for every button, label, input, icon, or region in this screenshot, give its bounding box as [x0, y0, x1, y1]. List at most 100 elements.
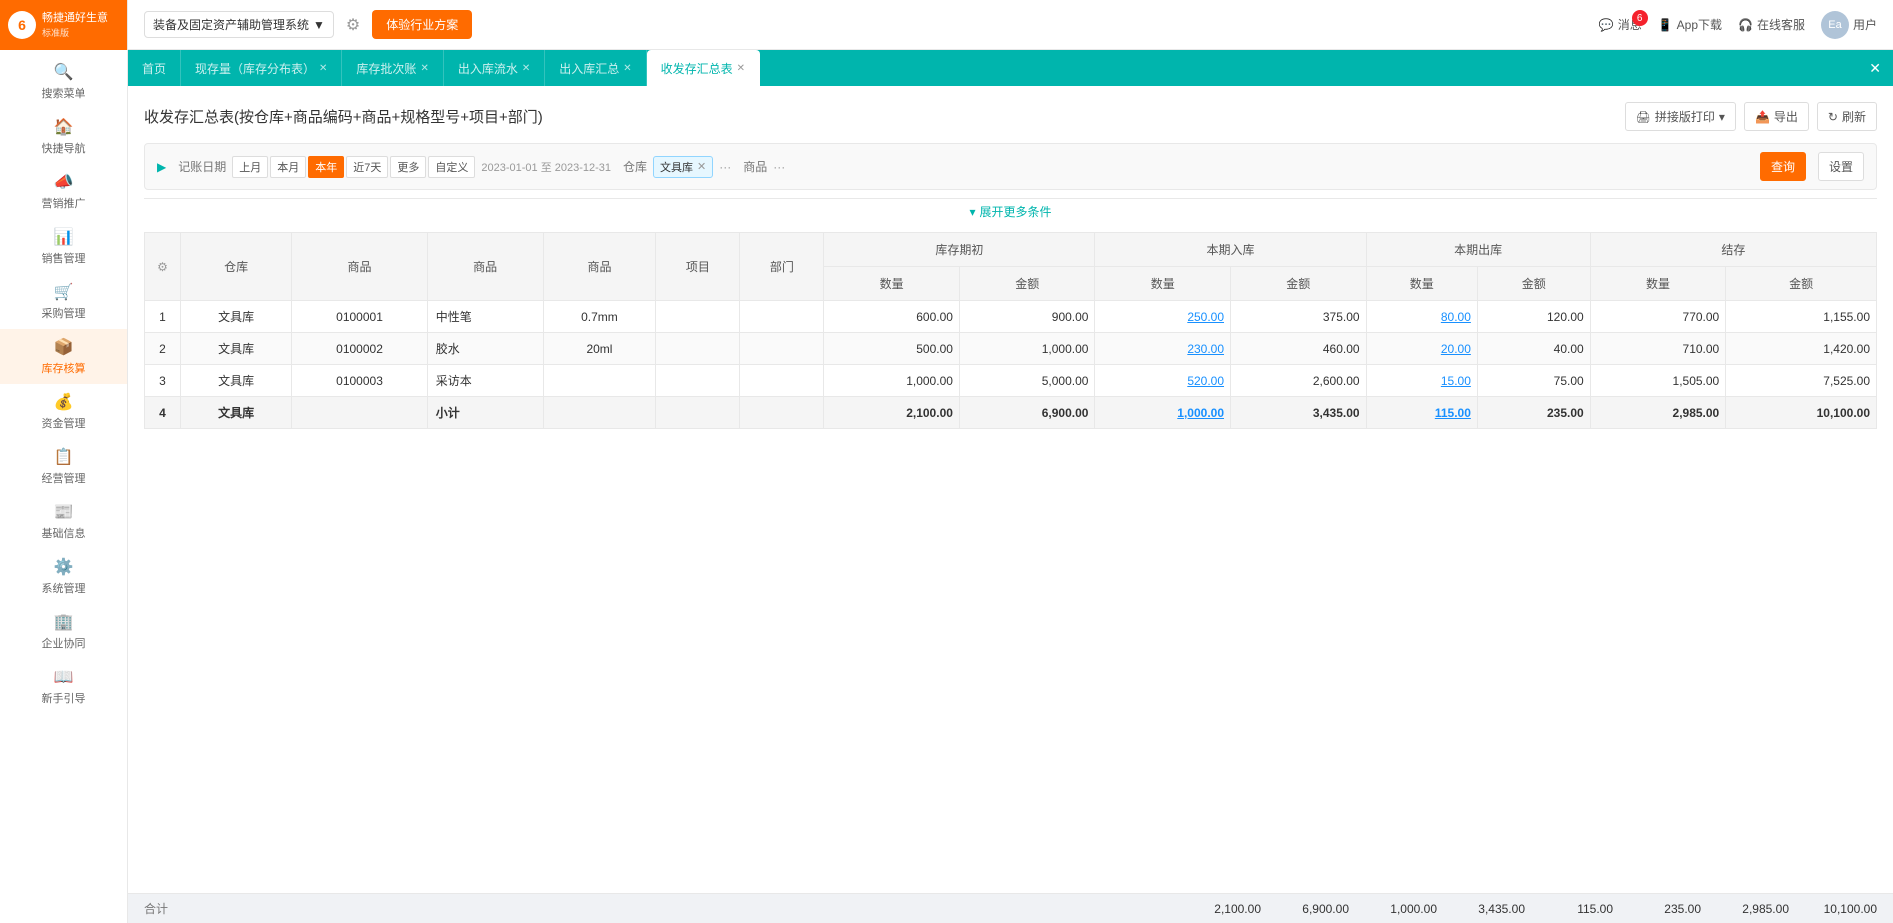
export-button[interactable]: 📤 导出 [1744, 102, 1809, 131]
sidebar-icon-search: 🔍 [54, 62, 74, 82]
total-open-qty: 2,100.00 [1181, 902, 1261, 916]
date-btn-更多[interactable]: 更多 [390, 156, 426, 178]
filter-collapse-button[interactable]: ▶ [157, 160, 166, 174]
topbar: 装备及固定资产辅助管理系统 ▼ ⚙ 体验行业方案 💬 消息 6 📱 App下载 … [128, 0, 1893, 50]
cell-out-amt: 40.00 [1477, 333, 1590, 365]
warehouse-tag-remove[interactable]: ✕ [697, 160, 706, 173]
page-content: 收发存汇总表(按仓库+商品编码+商品+规格型号+项目+部门) 🖨 拼接版打印 ▾… [128, 86, 1893, 893]
sidebar-item-base-info[interactable]: 📰基础信息 [0, 494, 127, 549]
cell-out-qty[interactable]: 15.00 [1366, 365, 1477, 397]
cell-dept [740, 333, 824, 365]
cell-dept [740, 301, 824, 333]
tab-home[interactable]: 首页 [128, 50, 181, 86]
cell-code: 0100002 [292, 333, 428, 365]
tab-label-home: 首页 [142, 60, 166, 77]
tab-close-recv-send-summary[interactable]: ✕ [737, 63, 745, 74]
sidebar-icon-guide: 📖 [54, 667, 74, 687]
col-header-opening: 库存期初 [824, 233, 1095, 267]
sidebar-item-operations[interactable]: 📋经营管理 [0, 439, 127, 494]
sidebar-item-purchase[interactable]: 🛒采购管理 [0, 274, 127, 329]
sidebar-item-system[interactable]: ⚙️系统管理 [0, 549, 127, 604]
sidebar-item-inventory[interactable]: 📦库存核算 [0, 329, 127, 384]
total-out-amt: 235.00 [1621, 902, 1701, 916]
sidebar-item-marketing[interactable]: 📣营销推广 [0, 164, 127, 219]
sidebar-item-sales[interactable]: 📊销售管理 [0, 219, 127, 274]
refresh-button[interactable]: ↻ 刷新 [1817, 102, 1877, 131]
tab-close-inventory-dist[interactable]: ✕ [319, 63, 327, 74]
tabbar-close-all[interactable]: ✕ [1857, 60, 1893, 77]
logo-badge: 标准版 [42, 26, 108, 39]
sidebar-item-quick-nav[interactable]: 🏠快捷导航 [0, 109, 127, 164]
tab-recv-send-summary[interactable]: 收发存汇总表 ✕ [647, 50, 760, 86]
subtotal-out-qty[interactable]: 115.00 [1366, 397, 1477, 429]
date-btn-本年[interactable]: 本年 [308, 156, 344, 178]
cell-project [656, 333, 740, 365]
app-download-item[interactable]: 📱 App下载 [1658, 16, 1722, 33]
tab-inout-flow[interactable]: 出入库流水 ✕ [444, 50, 545, 86]
cell-project [656, 365, 740, 397]
tab-close-inout-flow[interactable]: ✕ [522, 63, 530, 74]
table-settings-icon[interactable]: ⚙ [157, 260, 168, 274]
cell-out-qty[interactable]: 80.00 [1366, 301, 1477, 333]
query-button[interactable]: 查询 [1760, 152, 1806, 181]
cell-spec: 20ml [543, 333, 656, 365]
cell-bal-qty: 710.00 [1590, 333, 1726, 365]
table-row: 1 文具库 0100001 中性笔 0.7mm 600.00 900.00 25… [145, 301, 1877, 333]
user-item[interactable]: Ea 用户 [1821, 11, 1877, 39]
tab-inout-summary[interactable]: 出入库汇总 ✕ [545, 50, 646, 86]
settings-filter-button[interactable]: 设置 [1818, 152, 1864, 181]
subtotal-row: 4 文具库 小计 2,100.00 6,900.00 1,000.00 3,43… [145, 397, 1877, 429]
settings-icon[interactable]: ⚙ [346, 15, 360, 35]
cell-open-qty: 500.00 [824, 333, 960, 365]
warehouse-more[interactable]: ··· [719, 160, 731, 174]
date-btn-自定义[interactable]: 自定义 [428, 156, 475, 178]
bottom-bar: 合计 2,100.00 6,900.00 1,000.00 3,435.00 1… [128, 893, 1893, 923]
tab-batch-account[interactable]: 库存批次账 ✕ [342, 50, 443, 86]
tab-close-batch-account[interactable]: ✕ [420, 63, 428, 74]
sidebar-item-finance[interactable]: 💰资金管理 [0, 384, 127, 439]
sidebar-item-guide[interactable]: 📖新手引导 [0, 659, 127, 714]
online-service-label: 在线客服 [1757, 16, 1805, 33]
tab-label-inout-summary: 出入库汇总 [559, 60, 619, 77]
cell-project [656, 301, 740, 333]
date-btn-近7天[interactable]: 近7天 [346, 156, 388, 178]
system-name: 装备及固定资产辅助管理系统 [153, 16, 309, 33]
total-in-qty: 1,000.00 [1357, 902, 1437, 916]
subtotal-dept [740, 397, 824, 429]
experience-button[interactable]: 体验行业方案 [372, 10, 472, 39]
online-service-item[interactable]: 🎧 在线客服 [1738, 16, 1805, 33]
cell-in-qty[interactable]: 250.00 [1095, 301, 1231, 333]
cell-in-qty[interactable]: 520.00 [1095, 365, 1231, 397]
goods-more[interactable]: ··· [773, 160, 785, 174]
print-button[interactable]: 🖨 拼接版打印 ▾ [1625, 102, 1736, 131]
subtotal-num: 4 [145, 397, 181, 429]
date-btn-本月[interactable]: 本月 [270, 156, 306, 178]
cell-out-qty[interactable]: 20.00 [1366, 333, 1477, 365]
date-range: 2023-01-01 至 2023-12-31 [481, 159, 611, 175]
col-header-project: 项目 [656, 233, 740, 301]
col-header-in-amt: 金额 [1231, 267, 1367, 301]
subtotal-spec [543, 397, 656, 429]
notifications-item[interactable]: 💬 消息 6 [1599, 16, 1642, 33]
subtotal-in-amt: 3,435.00 [1231, 397, 1367, 429]
cell-in-qty[interactable]: 230.00 [1095, 333, 1231, 365]
sidebar-item-search[interactable]: 🔍搜索菜单 [0, 54, 127, 109]
sidebar-icon-inventory: 📦 [54, 337, 74, 357]
cell-warehouse: 文具库 [181, 333, 292, 365]
date-btn-上月[interactable]: 上月 [232, 156, 268, 178]
expand-conditions-button[interactable]: ▾ 展开更多条件 [144, 198, 1877, 224]
sidebar-label-quick-nav: 快捷导航 [42, 140, 86, 156]
total-out-qty: 115.00 [1533, 902, 1613, 916]
cell-bal-qty: 770.00 [1590, 301, 1726, 333]
col-header-out-qty: 数量 [1366, 267, 1477, 301]
subtotal-in-qty[interactable]: 1,000.00 [1095, 397, 1231, 429]
tab-label-batch-account: 库存批次账 [356, 60, 416, 77]
tab-inventory-dist[interactable]: 现存量（库存分布表） ✕ [181, 50, 342, 86]
system-selector[interactable]: 装备及固定资产辅助管理系统 ▼ [144, 11, 334, 38]
sidebar-item-enterprise[interactable]: 🏢企业协同 [0, 604, 127, 659]
cell-code: 0100001 [292, 301, 428, 333]
tab-close-inout-summary[interactable]: ✕ [623, 63, 631, 74]
main-area: 装备及固定资产辅助管理系统 ▼ ⚙ 体验行业方案 💬 消息 6 📱 App下载 … [128, 0, 1893, 923]
refresh-label: 刷新 [1842, 108, 1866, 125]
cell-open-amt: 5,000.00 [959, 365, 1095, 397]
